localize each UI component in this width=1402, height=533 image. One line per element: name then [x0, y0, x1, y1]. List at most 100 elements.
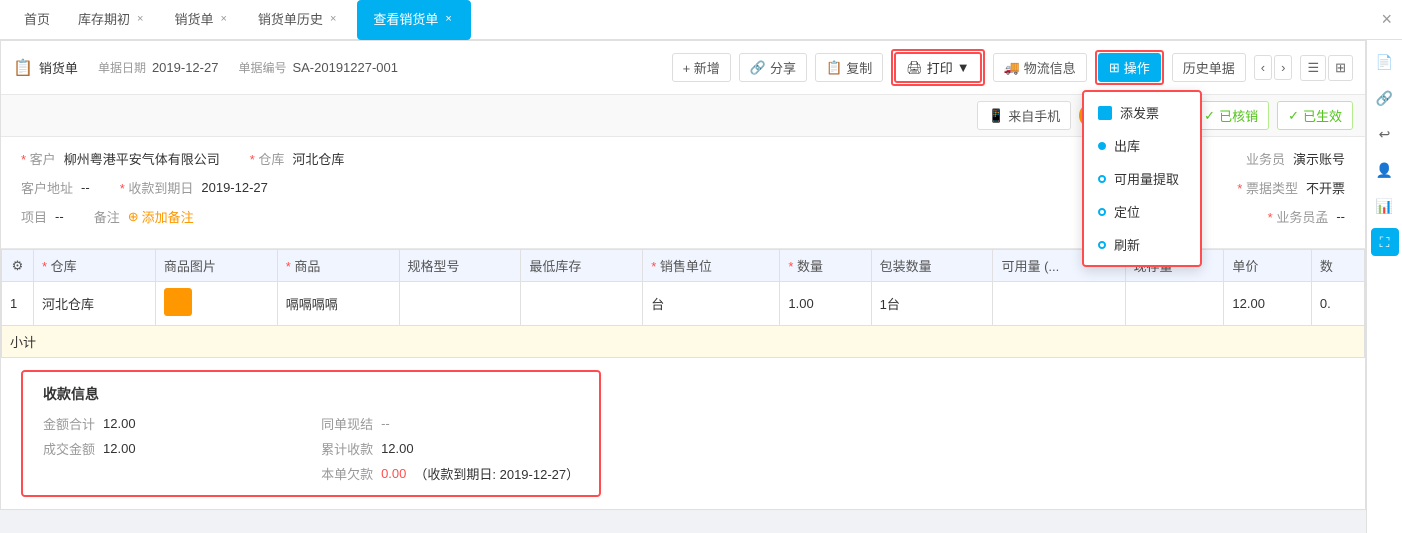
view-icons: ☰ ⊞	[1300, 55, 1353, 81]
payment-same-row: 同单现结 --	[321, 414, 579, 433]
sidebar-icon-user[interactable]: 👤	[1371, 156, 1399, 184]
right-sidebar: 📄 🔗 ↩ 👤 📊 ⛶	[1366, 40, 1402, 533]
payment-same-value: --	[381, 416, 390, 431]
tab-home[interactable]: 首页	[10, 0, 64, 40]
print-icon: 🖨	[906, 60, 923, 76]
position-icon	[1098, 208, 1106, 216]
nav-arrows: ‹ ›	[1254, 55, 1293, 80]
print-chevron: ▼	[957, 60, 970, 75]
nav-next[interactable]: ›	[1274, 55, 1292, 80]
doc-title-text: 销货单	[39, 58, 78, 77]
operations-button[interactable]: ⊞ 操作	[1098, 53, 1161, 82]
sidebar-icon-refresh[interactable]: ↩	[1371, 120, 1399, 148]
nav-prev[interactable]: ‹	[1254, 55, 1272, 80]
row-current	[1125, 282, 1224, 326]
payment-deal-label: 成交金额	[43, 439, 95, 458]
add-invoice-icon	[1098, 106, 1112, 120]
view-grid-icon[interactable]: ⊞	[1328, 55, 1353, 81]
logistics-button[interactable]: 🚚 物流信息	[993, 53, 1087, 82]
effect-icon: ✓	[1288, 108, 1299, 124]
row-available	[993, 282, 1125, 326]
tab-bar-close-button[interactable]: ×	[1381, 9, 1392, 30]
payment-due-note: （收款到期日: 2019-12-27）	[414, 464, 579, 483]
payment-total-label: 金额合计	[43, 414, 95, 433]
payment-owe-row: 本单欠款 0.00 （收款到期日: 2019-12-27）	[321, 464, 579, 483]
tab-history[interactable]: 销货单历史 ×	[244, 0, 353, 40]
doc-date: 单据日期 2019-12-27	[98, 59, 219, 76]
payment-owe-value: 0.00	[381, 466, 406, 481]
payment-deal-value: 12.00	[103, 441, 136, 456]
ticket-value: 不开票	[1306, 178, 1345, 197]
table-row: 1 河北仓库 嗝嗝嗝嗝 台 1.00 1台 12.00	[2, 282, 1365, 326]
tab-sales-close[interactable]: ×	[217, 12, 229, 26]
print-button[interactable]: 🖨 打印 ▼	[894, 52, 981, 83]
copy-label: 复制	[846, 58, 872, 77]
available-label: 可用量提取	[1114, 169, 1179, 188]
sold-label: 已核销	[1219, 106, 1258, 125]
payment-cumulative-label: 累计收款	[321, 439, 373, 458]
salesman2-field: 业务员孟 --	[1268, 207, 1345, 226]
tab-sales-label: 销货单	[174, 9, 213, 28]
add-note-button[interactable]: ⊕ 添加备注	[128, 207, 194, 226]
tab-history-label: 销货单历史	[258, 9, 323, 28]
tab-view-sales[interactable]: 查看销货单 ×	[357, 0, 470, 40]
customer-label: 客户	[21, 149, 56, 168]
payment-total-row: 金额合计 12.00	[43, 414, 301, 433]
dropdown-available[interactable]: 可用量提取	[1084, 162, 1200, 195]
tab-inventory[interactable]: 库存期初 ×	[64, 0, 160, 40]
row-qty: 1.00	[780, 282, 871, 326]
sidebar-icon-chart[interactable]: 📊	[1371, 192, 1399, 220]
doc-date-value: 2019-12-27	[152, 60, 219, 75]
tab-bar: 首页 库存期初 × 销货单 × 销货单历史 × 查看销货单 × ×	[0, 0, 1402, 40]
sold-button[interactable]: ✓ 已核销	[1193, 101, 1269, 130]
th-unit: * 销售单位	[643, 250, 780, 282]
row-price: 12.00	[1224, 282, 1311, 326]
tab-sales[interactable]: 销货单 ×	[160, 0, 243, 40]
warehouse-field: 仓库 河北仓库	[250, 149, 345, 168]
refresh-label: 刷新	[1114, 235, 1140, 254]
due-date-field: 收款到期日 2019-12-27	[120, 178, 268, 197]
copy-icon: 📋	[826, 60, 842, 76]
th-spec: 规格型号	[399, 250, 521, 282]
doc-title: 📋 销货单	[13, 58, 78, 78]
share-button[interactable]: 🔗 分享	[739, 53, 807, 82]
sold-icon: ✓	[1204, 108, 1215, 124]
copy-button[interactable]: 📋 复制	[815, 53, 883, 82]
sidebar-icon-link[interactable]: 🔗	[1371, 84, 1399, 112]
tab-history-close[interactable]: ×	[327, 12, 339, 26]
row-unit: 台	[643, 282, 780, 326]
effect-button[interactable]: ✓ 已生效	[1277, 101, 1353, 130]
position-label: 定位	[1114, 202, 1140, 221]
due-date-value: 2019-12-27	[201, 180, 268, 195]
salesman-value: 演示账号	[1293, 149, 1345, 168]
from-phone-button[interactable]: 📱 来自手机	[977, 101, 1071, 130]
payment-title: 收款信息	[43, 384, 579, 404]
payment-total-value: 12.00	[103, 416, 136, 431]
dropdown-refresh[interactable]: 刷新	[1084, 228, 1200, 261]
doc-num-label: 单据编号	[238, 59, 286, 76]
tab-view-sales-close[interactable]: ×	[442, 12, 454, 26]
th-packqty: 包装数量	[871, 250, 993, 282]
sidebar-icon-doc[interactable]: 📄	[1371, 48, 1399, 76]
tab-inventory-close[interactable]: ×	[134, 12, 146, 26]
share-icon: 🔗	[750, 60, 766, 76]
new-button[interactable]: + 新增	[672, 53, 731, 82]
view-list-icon[interactable]: ☰	[1300, 55, 1326, 81]
row-minstock	[521, 282, 643, 326]
doc-actions: + 新增 🔗 分享 📋 复制 🖨 打印 ▼ 🚚	[672, 49, 1353, 86]
customer-value: 柳州粤港平安气体有限公司	[64, 149, 220, 168]
project-value: --	[55, 209, 64, 224]
dropdown-position[interactable]: 定位	[1084, 195, 1200, 228]
salesman-label: 业务员	[1246, 149, 1285, 168]
product-image	[164, 288, 192, 316]
th-img: 商品图片	[155, 250, 277, 282]
outstock-icon	[1098, 142, 1106, 150]
dropdown-add-invoice[interactable]: 添发票	[1084, 96, 1200, 129]
history-label: 历史单据	[1183, 58, 1235, 77]
doc-num: 单据编号 SA-20191227-001	[238, 59, 398, 76]
dropdown-outstock[interactable]: 出库	[1084, 129, 1200, 162]
sidebar-icon-expand[interactable]: ⛶	[1371, 228, 1399, 256]
note-field: 备注 ⊕ 添加备注	[94, 207, 194, 226]
history-button[interactable]: 历史单据	[1172, 53, 1246, 82]
logistics-icon: 🚚	[1004, 60, 1020, 76]
